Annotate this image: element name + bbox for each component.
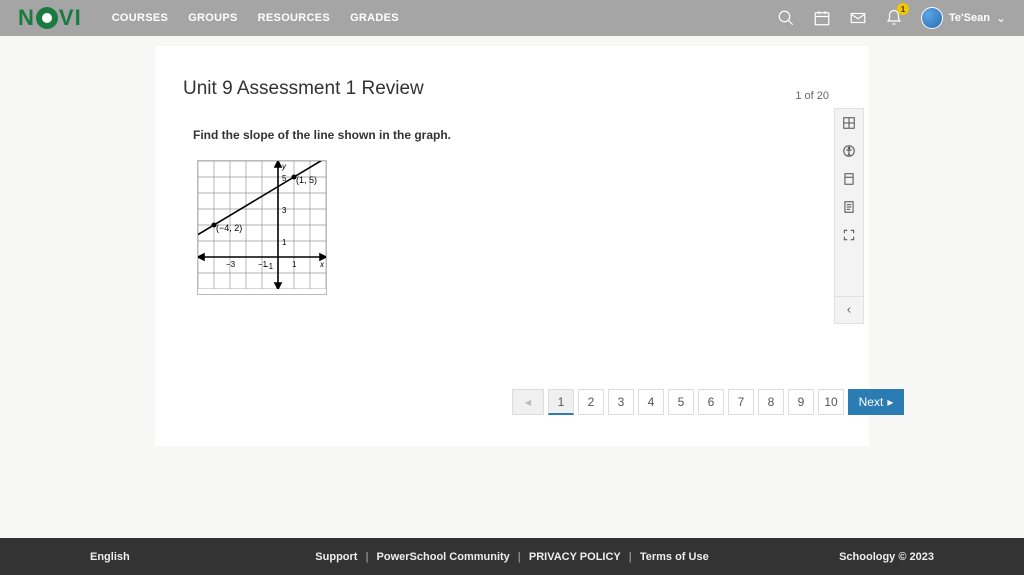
app-header: N VI COURSES GROUPS RESOURCES GRADES 1 T… <box>0 0 1024 36</box>
svg-text:3: 3 <box>282 206 287 215</box>
fullscreen-tool-icon[interactable] <box>835 221 863 249</box>
svg-text:y: y <box>281 162 287 171</box>
page-button-2[interactable]: 2 <box>578 389 604 415</box>
pagination: ◂ 1 2 3 4 5 6 7 8 9 10 Next ▸ <box>512 389 904 415</box>
nav-resources[interactable]: RESOURCES <box>258 12 330 24</box>
svg-text:−3: −3 <box>226 260 236 269</box>
page-button-7[interactable]: 7 <box>728 389 754 415</box>
page-button-8[interactable]: 8 <box>758 389 784 415</box>
language-selector[interactable]: English <box>90 551 130 563</box>
page-button-3[interactable]: 3 <box>608 389 634 415</box>
question-graph: (1, 5) (−4, 2) y x 5 3 1 −1 −3 −1 1 <box>197 160 327 295</box>
nav-courses[interactable]: COURSES <box>112 12 169 24</box>
main-nav: COURSES GROUPS RESOURCES GRADES <box>112 12 399 24</box>
header-right: 1 Te'Sean ⌄ <box>777 7 1006 29</box>
nav-groups[interactable]: GROUPS <box>188 12 237 24</box>
chevron-down-icon: ⌄ <box>996 11 1006 25</box>
tools-panel <box>834 108 864 312</box>
collapse-panel-button[interactable] <box>834 296 864 324</box>
svg-text:−1: −1 <box>258 260 268 269</box>
page-button-4[interactable]: 4 <box>638 389 664 415</box>
grid-tool-icon[interactable] <box>835 109 863 137</box>
page-button-6[interactable]: 6 <box>698 389 724 415</box>
assessment-card: Unit 9 Assessment 1 Review Find the slop… <box>155 46 869 446</box>
search-icon[interactable] <box>777 9 795 27</box>
prev-page-button[interactable]: ◂ <box>512 389 544 415</box>
avatar <box>921 7 943 29</box>
question-text: Find the slope of the line shown in the … <box>193 128 841 142</box>
page-button-10[interactable]: 10 <box>818 389 844 415</box>
calendar-icon[interactable] <box>813 9 831 27</box>
accessibility-tool-icon[interactable] <box>835 137 863 165</box>
page-button-9[interactable]: 9 <box>788 389 814 415</box>
svg-text:(1, 5): (1, 5) <box>296 175 317 185</box>
svg-text:1: 1 <box>282 238 287 247</box>
user-name: Te'Sean <box>949 12 990 24</box>
app-footer: English Support | PowerSchool Community … <box>0 538 1024 575</box>
nav-grades[interactable]: GRADES <box>350 12 399 24</box>
mail-icon[interactable] <box>849 9 867 27</box>
notification-badge: 1 <box>897 3 909 15</box>
progress-indicator: 1 of 20 <box>795 90 829 102</box>
logo-letter: VI <box>59 5 82 31</box>
footer-link-support[interactable]: Support <box>315 551 357 563</box>
footer-links: Support | PowerSchool Community | PRIVAC… <box>315 551 708 563</box>
svg-text:(−4, 2): (−4, 2) <box>216 223 242 233</box>
page-button-1[interactable]: 1 <box>548 389 574 415</box>
footer-link-privacy[interactable]: PRIVACY POLICY <box>529 551 621 563</box>
user-menu[interactable]: Te'Sean ⌄ <box>921 7 1006 29</box>
notes-tool-icon[interactable] <box>835 193 863 221</box>
svg-text:x: x <box>319 260 325 269</box>
copyright: Schoology © 2023 <box>839 551 934 563</box>
footer-link-terms[interactable]: Terms of Use <box>640 551 709 563</box>
logo-o-icon <box>36 7 58 29</box>
next-page-button[interactable]: Next ▸ <box>848 389 904 415</box>
assessment-title: Unit 9 Assessment 1 Review <box>183 78 841 100</box>
svg-text:1: 1 <box>292 260 297 269</box>
svg-text:5: 5 <box>282 174 287 183</box>
notifications-icon[interactable]: 1 <box>885 9 903 27</box>
logo[interactable]: N VI <box>18 5 82 31</box>
logo-letter: N <box>18 5 35 31</box>
footer-link-community[interactable]: PowerSchool Community <box>377 551 510 563</box>
calculator-tool-icon[interactable] <box>835 165 863 193</box>
page-button-5[interactable]: 5 <box>668 389 694 415</box>
